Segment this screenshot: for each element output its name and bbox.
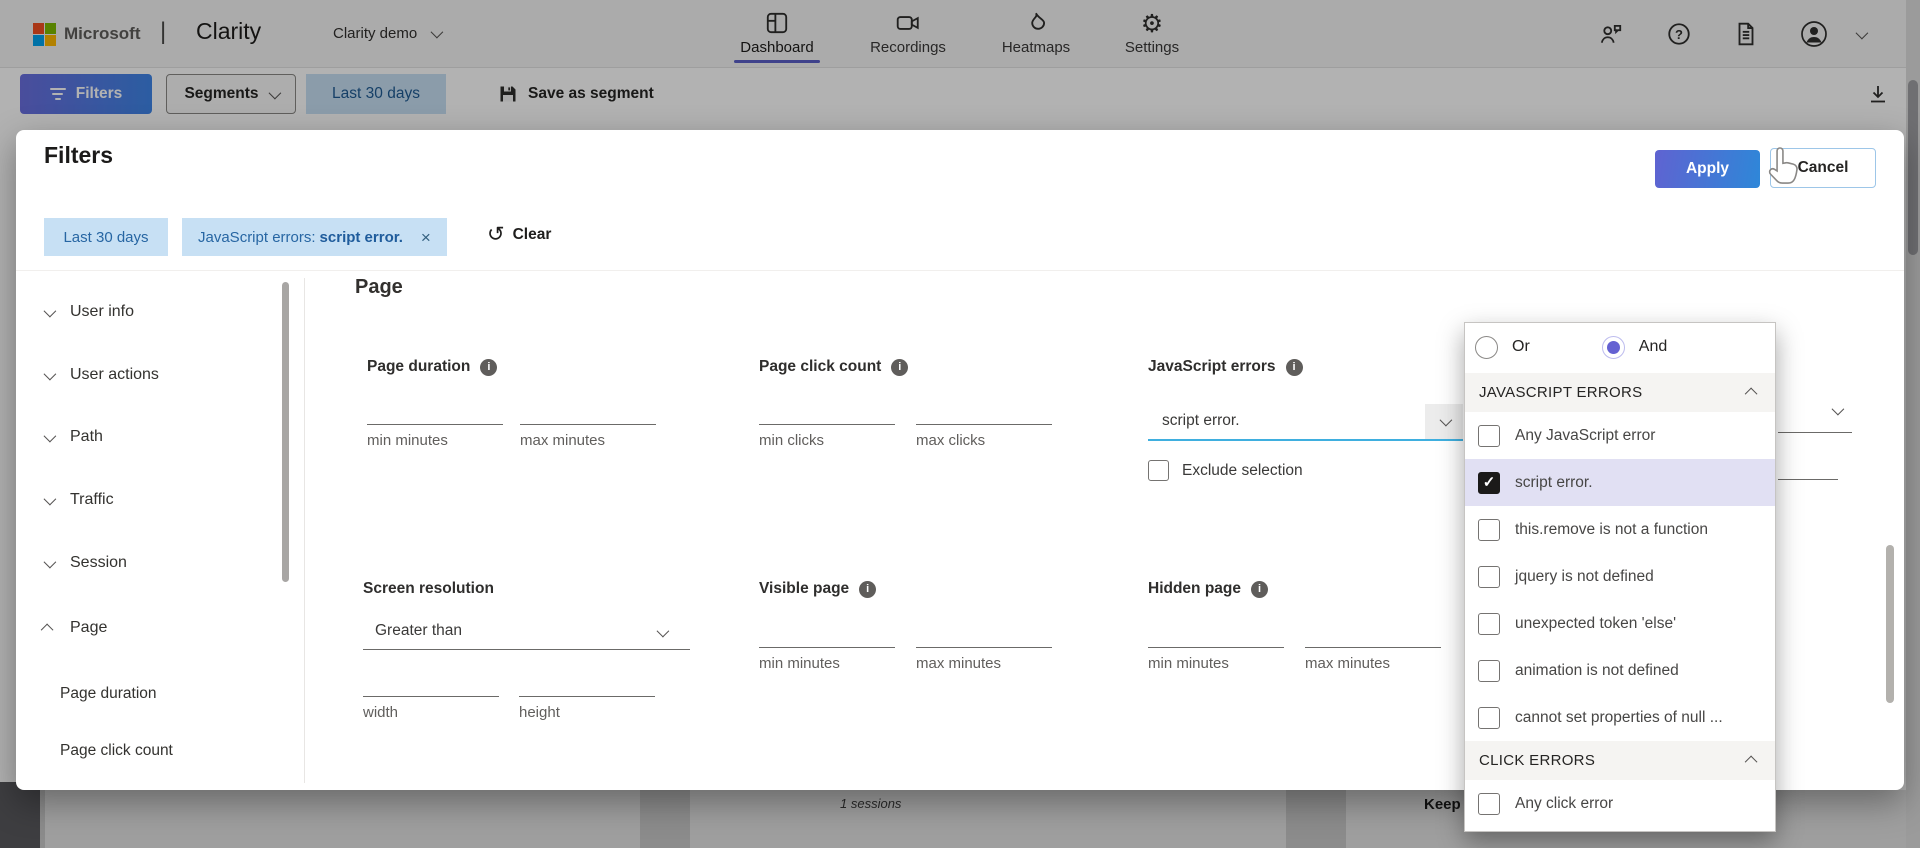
- checkbox-icon: [1478, 566, 1500, 588]
- chip-value: script error.: [320, 229, 403, 246]
- select-dropdown-button[interactable]: [1425, 404, 1463, 439]
- modal-scrollbar-thumb[interactable]: [1886, 545, 1894, 703]
- checkbox-icon: [1478, 707, 1500, 729]
- sidebar-item-user-actions[interactable]: User actions: [16, 361, 276, 389]
- sidebar-scrollbar-thumb[interactable]: [282, 282, 289, 582]
- screen-resolution-width-input[interactable]: width: [363, 696, 499, 721]
- filter-chip-js-errors[interactable]: JavaScript errors: script error. ×: [182, 218, 447, 256]
- chevron-down-icon: [1439, 414, 1452, 427]
- sidebar-item-page-click-count[interactable]: Page click count: [16, 737, 276, 765]
- visible-page-min-input[interactable]: min minutes: [759, 647, 895, 672]
- sidebar-item-page[interactable]: Page: [16, 614, 276, 642]
- logic-or-radio[interactable]: Or: [1475, 336, 1530, 359]
- page-click-count-label: Page click count i: [759, 358, 908, 376]
- chevron-down-icon: [1832, 402, 1841, 420]
- chip-close-icon[interactable]: ×: [421, 229, 431, 246]
- screen-resolution-label: Screen resolution: [363, 580, 494, 598]
- option-any-javascript-error[interactable]: Any JavaScript error: [1465, 412, 1775, 459]
- partial-field-fragment: [1778, 432, 1852, 433]
- chevron-down-icon: [44, 304, 57, 317]
- visible-page-label: Visible page i: [759, 580, 876, 598]
- radio-selected-icon: [1602, 336, 1625, 359]
- sidebar-item-path[interactable]: Path: [16, 423, 276, 451]
- info-icon[interactable]: i: [1286, 359, 1303, 376]
- clear-label: Clear: [513, 226, 552, 244]
- info-icon[interactable]: i: [859, 581, 876, 598]
- javascript-errors-label: JavaScript errors i: [1148, 358, 1303, 376]
- section-header-javascript-errors[interactable]: JAVASCRIPT ERRORS: [1465, 373, 1775, 412]
- javascript-errors-dropdown-panel: Or And JAVASCRIPT ERRORS Any JavaScript …: [1464, 322, 1776, 832]
- page-duration-min-input[interactable]: min minutes: [367, 424, 503, 449]
- chevron-down-icon: [657, 625, 670, 638]
- sidebar-item-user-info[interactable]: User info: [16, 298, 276, 326]
- chevron-up-icon: [41, 623, 54, 636]
- info-icon[interactable]: i: [1251, 581, 1268, 598]
- sidebar-divider: [304, 278, 305, 783]
- option-animation-is-not-defined[interactable]: animation is not defined: [1465, 647, 1775, 694]
- section-heading: Page: [355, 276, 403, 299]
- section-header-click-errors[interactable]: CLICK ERRORS: [1465, 741, 1775, 780]
- page-duration-max-input[interactable]: max minutes: [520, 424, 656, 449]
- checkbox-icon: [1478, 519, 1500, 541]
- option-this-remove-is-not-a-function[interactable]: this.remove is not a function: [1465, 506, 1775, 553]
- sidebar-item-page-duration[interactable]: Page duration: [16, 680, 276, 708]
- chip-label: Last 30 days: [63, 229, 148, 246]
- checkbox-checked-icon: ✓: [1478, 472, 1500, 494]
- clarity-app: Microsoft | Clarity Clarity demo Dashboa…: [0, 0, 1920, 848]
- checkbox-icon: [1478, 793, 1500, 815]
- javascript-errors-value: script error.: [1162, 412, 1240, 430]
- chevron-up-icon: [1745, 388, 1758, 401]
- hidden-page-min-input[interactable]: min minutes: [1148, 647, 1284, 672]
- screen-resolution-operator-select[interactable]: Greater than: [363, 618, 690, 650]
- hidden-page-max-input[interactable]: max minutes: [1305, 647, 1441, 672]
- option-script-error[interactable]: ✓ script error.: [1465, 459, 1775, 506]
- hidden-page-label: Hidden page i: [1148, 580, 1268, 598]
- cancel-label: Cancel: [1798, 159, 1849, 177]
- logic-and-radio[interactable]: And: [1602, 336, 1667, 359]
- cancel-button[interactable]: Cancel: [1770, 148, 1876, 188]
- apply-label: Apply: [1686, 160, 1729, 178]
- filter-chip-date[interactable]: Last 30 days: [44, 218, 168, 256]
- info-icon[interactable]: i: [480, 359, 497, 376]
- checkbox-icon: [1478, 660, 1500, 682]
- chip-prefix: JavaScript errors:: [198, 229, 316, 246]
- checkbox-icon: [1478, 425, 1500, 447]
- info-icon[interactable]: i: [891, 359, 908, 376]
- javascript-errors-select[interactable]: script error.: [1148, 404, 1463, 441]
- sidebar-item-session[interactable]: Session: [16, 549, 276, 577]
- chevron-down-icon: [44, 367, 57, 380]
- checkbox-icon: [1148, 460, 1169, 481]
- screen-resolution-height-input[interactable]: height: [519, 696, 655, 721]
- page-duration-label: Page duration i: [367, 358, 497, 376]
- partial-field-fragment: [1778, 479, 1838, 480]
- option-jquery-is-not-defined[interactable]: jquery is not defined: [1465, 553, 1775, 600]
- option-any-click-error[interactable]: Any click error: [1465, 780, 1775, 827]
- visible-page-max-input[interactable]: max minutes: [916, 647, 1052, 672]
- chevron-down-icon: [44, 429, 57, 442]
- exclude-selection-checkbox[interactable]: Exclude selection: [1148, 460, 1303, 481]
- chevron-down-icon: [44, 555, 57, 568]
- checkbox-icon: [1478, 613, 1500, 635]
- option-cannot-set-properties-of-null[interactable]: cannot set properties of null ...: [1465, 694, 1775, 741]
- option-unexpected-token-else[interactable]: unexpected token 'else': [1465, 600, 1775, 647]
- chevron-up-icon: [1745, 756, 1758, 769]
- apply-button[interactable]: Apply: [1655, 150, 1760, 188]
- sidebar-item-traffic[interactable]: Traffic: [16, 486, 276, 514]
- page-click-count-max-input[interactable]: max clicks: [916, 424, 1052, 449]
- clear-filters-button[interactable]: ↺ Clear: [487, 224, 551, 245]
- radio-icon: [1475, 336, 1498, 359]
- modal-title: Filters: [44, 142, 113, 169]
- chevron-down-icon: [44, 492, 57, 505]
- undo-icon: ↺: [487, 224, 505, 245]
- page-click-count-min-input[interactable]: min clicks: [759, 424, 895, 449]
- modal-divider: [16, 270, 1904, 271]
- operator-value: Greater than: [375, 622, 462, 640]
- logic-radio-group: Or And: [1465, 323, 1775, 371]
